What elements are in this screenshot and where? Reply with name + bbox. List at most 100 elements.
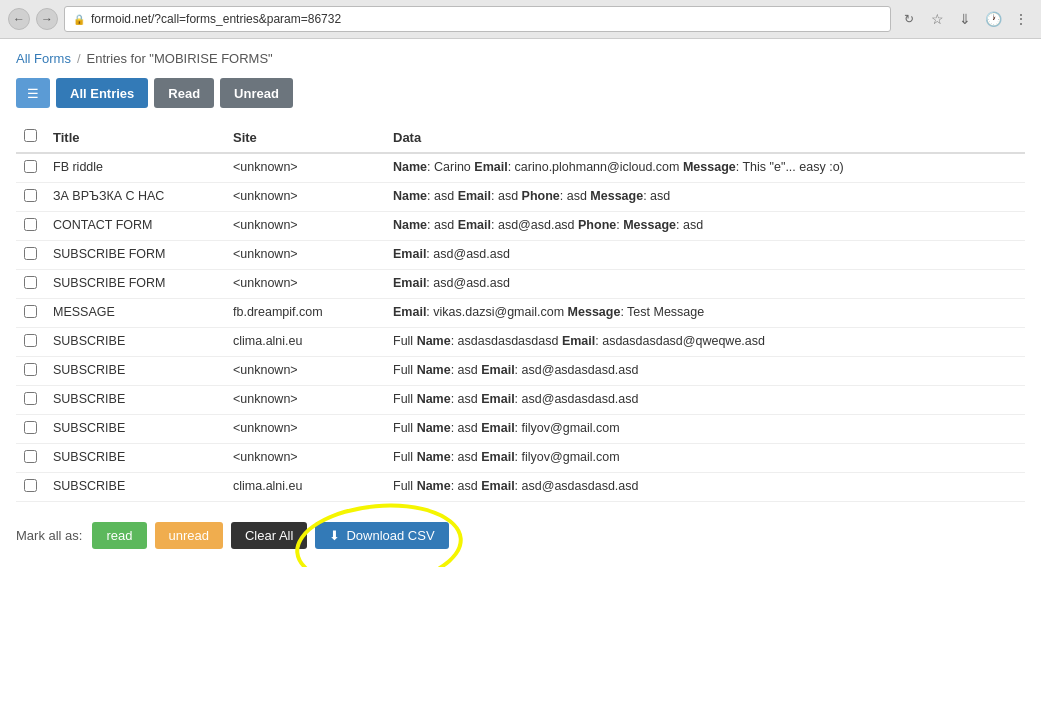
table-row: SUBSCRIBE<unknown>Full Name: asd Email: … xyxy=(16,444,1025,473)
row-data: Name: asd Email: asd@asd.asd Phone: Mess… xyxy=(385,212,1025,241)
row-title: SUBSCRIBE xyxy=(45,473,225,502)
mark-all-label: Mark all as: xyxy=(16,528,82,543)
row-checkbox[interactable] xyxy=(24,247,37,260)
row-data: Full Name: asd Email: asd@asdasdasd.asd xyxy=(385,386,1025,415)
row-checkbox[interactable] xyxy=(24,160,37,173)
row-site: <unknown> xyxy=(225,183,385,212)
address-bar[interactable]: 🔒 formoid.net/?call=forms_entries&param=… xyxy=(64,6,891,32)
breadcrumb-home[interactable]: All Forms xyxy=(16,51,71,66)
download-icon: ⬇ xyxy=(329,528,340,543)
row-data: Name: Carino Email: carino.plohmann@iclo… xyxy=(385,153,1025,183)
row-checkbox[interactable] xyxy=(24,334,37,347)
row-checkbox-cell xyxy=(16,473,45,502)
table-row: ЗА ВРЪЗКА С НАС<unknown>Name: asd Email:… xyxy=(16,183,1025,212)
row-checkbox[interactable] xyxy=(24,305,37,318)
row-checkbox[interactable] xyxy=(24,392,37,405)
row-checkbox[interactable] xyxy=(24,218,37,231)
row-checkbox-cell xyxy=(16,153,45,183)
mark-unread-button[interactable]: unread xyxy=(155,522,223,549)
bookmark-button[interactable]: ☆ xyxy=(925,7,949,31)
mark-read-button[interactable]: read xyxy=(92,522,146,549)
row-site: clima.alni.eu xyxy=(225,473,385,502)
row-checkbox[interactable] xyxy=(24,450,37,463)
select-all-checkbox[interactable] xyxy=(24,129,37,142)
row-title: SUBSCRIBE xyxy=(45,415,225,444)
tab-read[interactable]: Read xyxy=(154,78,214,108)
row-checkbox-cell xyxy=(16,328,45,357)
table-row: SUBSCRIBE<unknown>Full Name: asd Email: … xyxy=(16,386,1025,415)
download-button[interactable]: ⇓ xyxy=(953,7,977,31)
row-title: SUBSCRIBE xyxy=(45,444,225,473)
forward-button[interactable]: → xyxy=(36,8,58,30)
row-checkbox[interactable] xyxy=(24,479,37,492)
table-row: SUBSCRIBE FORM<unknown>Email: asd@asd.as… xyxy=(16,241,1025,270)
entries-table: Title Site Data FB riddle<unknown>Name: … xyxy=(16,122,1025,502)
row-checkbox[interactable] xyxy=(24,421,37,434)
table-row: SUBSCRIBE FORM<unknown>Email: asd@asd.as… xyxy=(16,270,1025,299)
table-row: SUBSCRIBE<unknown>Full Name: asd Email: … xyxy=(16,357,1025,386)
row-site: <unknown> xyxy=(225,386,385,415)
row-checkbox-cell xyxy=(16,415,45,444)
refresh-button[interactable]: ↻ xyxy=(897,7,921,31)
row-data: Full Name: asd Email: filyov@gmail.com xyxy=(385,444,1025,473)
row-data: Full Name: asd Email: asd@asdasdasd.asd xyxy=(385,473,1025,502)
row-data: Email: asd@asd.asd xyxy=(385,270,1025,299)
row-site: fb.dreampif.com xyxy=(225,299,385,328)
row-checkbox-cell xyxy=(16,270,45,299)
row-checkbox-cell xyxy=(16,299,45,328)
table-row: SUBSCRIBEclima.alni.euFull Name: asdasda… xyxy=(16,328,1025,357)
row-site: <unknown> xyxy=(225,212,385,241)
filter-bar: ☰ All Entries Read Unread xyxy=(16,78,1025,108)
row-checkbox-cell xyxy=(16,357,45,386)
row-checkbox-cell xyxy=(16,183,45,212)
menu-button[interactable]: ⋮ xyxy=(1009,7,1033,31)
history-button[interactable]: 🕐 xyxy=(981,7,1005,31)
csv-highlight-wrapper: ⬇ Download CSV xyxy=(315,522,448,549)
row-data: Full Name: asdasdasdasdasd Email: asdasd… xyxy=(385,328,1025,357)
csv-label: Download CSV xyxy=(346,528,434,543)
breadcrumb-separator: / xyxy=(77,51,81,66)
row-data: Name: asd Email: asd Phone: asd Message:… xyxy=(385,183,1025,212)
row-checkbox-cell xyxy=(16,241,45,270)
header-site: Site xyxy=(225,122,385,153)
download-csv-button[interactable]: ⬇ Download CSV xyxy=(315,522,448,549)
table-header-row: Title Site Data xyxy=(16,122,1025,153)
row-checkbox-cell xyxy=(16,212,45,241)
url-text: formoid.net/?call=forms_entries&param=86… xyxy=(91,12,341,26)
row-title: MESSAGE xyxy=(45,299,225,328)
row-title: SUBSCRIBE FORM xyxy=(45,241,225,270)
row-site: <unknown> xyxy=(225,357,385,386)
grid-icon: ☰ xyxy=(27,86,39,101)
tab-all-entries[interactable]: All Entries xyxy=(56,78,148,108)
clear-all-button[interactable]: Clear All xyxy=(231,522,307,549)
browser-chrome: ← → 🔒 formoid.net/?call=forms_entries&pa… xyxy=(0,0,1041,39)
table-row: SUBSCRIBEclima.alni.euFull Name: asd Ema… xyxy=(16,473,1025,502)
table-row: SUBSCRIBE<unknown>Full Name: asd Email: … xyxy=(16,415,1025,444)
row-checkbox[interactable] xyxy=(24,363,37,376)
row-title: SUBSCRIBE xyxy=(45,386,225,415)
header-title: Title xyxy=(45,122,225,153)
grid-view-button[interactable]: ☰ xyxy=(16,78,50,108)
row-data: Full Name: asd Email: filyov@gmail.com xyxy=(385,415,1025,444)
header-checkbox-col xyxy=(16,122,45,153)
tab-unread[interactable]: Unread xyxy=(220,78,293,108)
row-site: <unknown> xyxy=(225,415,385,444)
row-title: CONTACT FORM xyxy=(45,212,225,241)
breadcrumb-current: Entries for "MOBIRISE FORMS" xyxy=(87,51,273,66)
table-row: FB riddle<unknown>Name: Carino Email: ca… xyxy=(16,153,1025,183)
browser-icons: ↻ ☆ ⇓ 🕐 ⋮ xyxy=(897,7,1033,31)
table-row: MESSAGEfb.dreampif.comEmail: vikas.dazsi… xyxy=(16,299,1025,328)
breadcrumb: All Forms / Entries for "MOBIRISE FORMS" xyxy=(16,51,1025,66)
row-title: SUBSCRIBE xyxy=(45,357,225,386)
back-button[interactable]: ← xyxy=(8,8,30,30)
row-data: Email: vikas.dazsi@gmail.com Message: Te… xyxy=(385,299,1025,328)
row-checkbox-cell xyxy=(16,444,45,473)
row-checkbox[interactable] xyxy=(24,276,37,289)
row-site: <unknown> xyxy=(225,270,385,299)
table-row: CONTACT FORM<unknown>Name: asd Email: as… xyxy=(16,212,1025,241)
row-checkbox[interactable] xyxy=(24,189,37,202)
row-site: <unknown> xyxy=(225,444,385,473)
row-title: SUBSCRIBE xyxy=(45,328,225,357)
row-title: SUBSCRIBE FORM xyxy=(45,270,225,299)
row-data: Email: asd@asd.asd xyxy=(385,241,1025,270)
